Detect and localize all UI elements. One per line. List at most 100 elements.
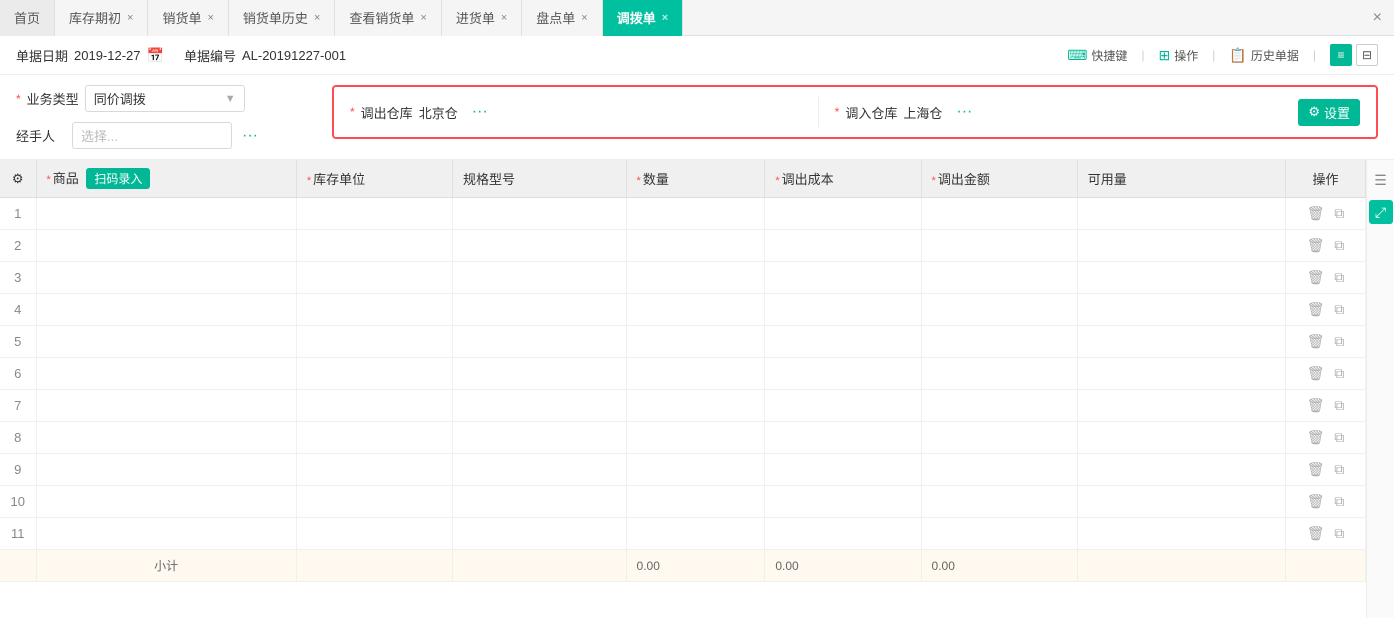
delete-icon-6[interactable]: 🗑 [1307,365,1325,381]
copy-icon-10[interactable]: ⧉ [1334,493,1344,509]
delete-icon-3[interactable]: 🗑 [1307,269,1325,285]
cell-spec-2[interactable] [453,230,627,262]
cell-product-11[interactable] [36,518,296,550]
cell-product-2[interactable] [36,230,296,262]
tab-view-sales[interactable]: 查看销货单 × [335,0,441,36]
cell-product-8[interactable] [36,422,296,454]
table-settings-icon[interactable]: ⚙ [12,171,24,186]
cell-spec-11[interactable] [453,518,627,550]
layout-grid-icon[interactable]: ⊟ [1356,44,1378,66]
copy-icon-1[interactable]: ⧉ [1334,205,1344,221]
shortcuts-button[interactable]: ⌨ 快捷键 [1067,47,1127,64]
cell-amount-2[interactable] [921,230,1077,262]
cell-cost-8[interactable] [765,422,921,454]
cell-avail-10[interactable] [1077,486,1285,518]
cell-product-4[interactable] [36,294,296,326]
cell-unit-2[interactable] [296,230,452,262]
cell-avail-9[interactable] [1077,454,1285,486]
copy-icon-3[interactable]: ⧉ [1334,269,1344,285]
cell-amount-8[interactable] [921,422,1077,454]
cell-qty-4[interactable] [626,294,765,326]
tab-close-inventory-check[interactable]: × [581,12,587,24]
cell-qty-5[interactable] [626,326,765,358]
cell-avail-5[interactable] [1077,326,1285,358]
cell-product-5[interactable] [36,326,296,358]
cell-product-7[interactable] [36,390,296,422]
cell-qty-8[interactable] [626,422,765,454]
handler-more-button[interactable]: ··· [242,127,258,145]
cell-unit-4[interactable] [296,294,452,326]
delete-icon-7[interactable]: 🗑 [1307,397,1325,413]
cell-product-3[interactable] [36,262,296,294]
cell-unit-11[interactable] [296,518,452,550]
th-settings[interactable]: ⚙ [0,160,36,198]
warehouse-in-more-button[interactable]: ··· [956,103,972,121]
cell-avail-6[interactable] [1077,358,1285,390]
tab-sales-history[interactable]: 销货单历史 × [229,0,335,36]
copy-icon-4[interactable]: ⧉ [1334,301,1344,317]
tab-close-inventory-init[interactable]: × [127,12,133,24]
cell-avail-8[interactable] [1077,422,1285,454]
cell-spec-8[interactable] [453,422,627,454]
delete-icon-11[interactable]: 🗑 [1307,525,1325,541]
cell-unit-10[interactable] [296,486,452,518]
cell-cost-11[interactable] [765,518,921,550]
cell-spec-5[interactable] [453,326,627,358]
delete-icon-9[interactable]: 🗑 [1307,461,1325,477]
tab-close-purchase-order[interactable]: × [501,12,507,24]
tab-close-sales-order[interactable]: × [207,12,213,24]
delete-icon-4[interactable]: 🗑 [1307,301,1325,317]
cell-cost-1[interactable] [765,198,921,230]
scan-entry-button[interactable]: 扫码录入 [86,168,150,189]
cell-unit-6[interactable] [296,358,452,390]
close-window-button[interactable]: × [1361,0,1394,36]
tab-transfer-order[interactable]: 调拨单 × [603,0,683,36]
cell-cost-4[interactable] [765,294,921,326]
cell-qty-9[interactable] [626,454,765,486]
cell-cost-9[interactable] [765,454,921,486]
cell-qty-2[interactable] [626,230,765,262]
cell-cost-5[interactable] [765,326,921,358]
delete-icon-5[interactable]: 🗑 [1307,333,1325,349]
cell-unit-9[interactable] [296,454,452,486]
cell-spec-7[interactable] [453,390,627,422]
cell-avail-2[interactable] [1077,230,1285,262]
cell-cost-6[interactable] [765,358,921,390]
tab-inventory-init[interactable]: 库存期初 × [55,0,148,36]
cell-spec-10[interactable] [453,486,627,518]
cell-product-9[interactable] [36,454,296,486]
copy-icon-11[interactable]: ⧉ [1334,525,1344,541]
layout-list-icon[interactable]: ≡ [1330,44,1352,66]
cell-avail-3[interactable] [1077,262,1285,294]
cell-product-6[interactable] [36,358,296,390]
handler-select[interactable]: 选择... [72,122,232,149]
cell-unit-3[interactable] [296,262,452,294]
tab-close-sales-history[interactable]: × [314,12,320,24]
tab-close-transfer-order[interactable]: × [662,12,668,24]
cell-spec-4[interactable] [453,294,627,326]
sidebar-list-button[interactable]: ☰ [1369,168,1393,192]
cell-amount-1[interactable] [921,198,1077,230]
cell-product-10[interactable] [36,486,296,518]
cell-amount-11[interactable] [921,518,1077,550]
tab-purchase-order[interactable]: 进货单 × [442,0,522,36]
copy-icon-2[interactable]: ⧉ [1334,237,1344,253]
cell-amount-5[interactable] [921,326,1077,358]
cell-amount-7[interactable] [921,390,1077,422]
history-docs-button[interactable]: 📋 历史单据 [1229,47,1298,64]
operations-button[interactable]: ⊞ 操作 [1159,47,1199,64]
cell-qty-10[interactable] [626,486,765,518]
cell-cost-10[interactable] [765,486,921,518]
cell-unit-5[interactable] [296,326,452,358]
cell-product-1[interactable] [36,198,296,230]
copy-icon-7[interactable]: ⧉ [1334,397,1344,413]
calendar-icon[interactable]: 📅 [147,47,164,64]
delete-icon-2[interactable]: 🗑 [1307,237,1325,253]
cell-amount-10[interactable] [921,486,1077,518]
delete-icon-10[interactable]: 🗑 [1307,493,1325,509]
cell-amount-6[interactable] [921,358,1077,390]
cell-unit-1[interactable] [296,198,452,230]
cell-avail-1[interactable] [1077,198,1285,230]
delete-icon-8[interactable]: 🗑 [1307,429,1325,445]
delete-icon-1[interactable]: 🗑 [1307,205,1325,221]
